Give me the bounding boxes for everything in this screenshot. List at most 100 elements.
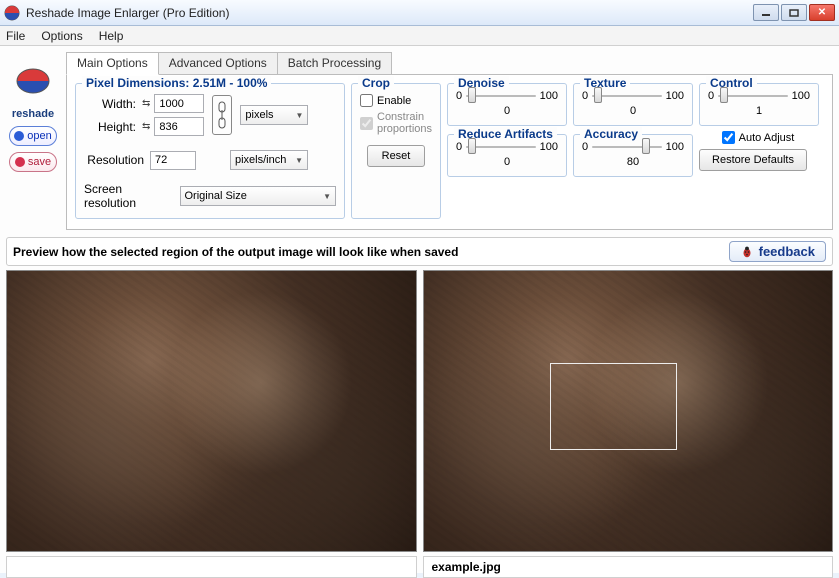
denoise-thumb[interactable] [468, 87, 476, 103]
crop-constrain-checkbox [360, 117, 373, 130]
status-left [6, 556, 417, 578]
crop-group: Crop Enable Constrain proportions Reset [351, 83, 441, 219]
reduce-value: 0 [456, 156, 558, 168]
swap-icon[interactable]: ⇆ [142, 98, 148, 109]
restore-defaults-label: Restore Defaults [712, 154, 794, 166]
app-icon [4, 5, 20, 21]
accuracy-value: 80 [582, 156, 684, 168]
screen-resolution-label: Screen resolution [84, 182, 170, 210]
status-right: example.jpg [423, 556, 834, 578]
denoise-min: 0 [456, 90, 462, 102]
window-buttons: ✕ [753, 4, 835, 21]
control-value: 1 [708, 105, 810, 117]
reduce-min: 0 [456, 141, 462, 153]
crop-enable-checkbox[interactable] [360, 94, 373, 107]
control-min: 0 [708, 90, 714, 102]
open-label: open [27, 130, 51, 142]
texture-min: 0 [582, 90, 588, 102]
save-label: save [28, 156, 51, 168]
texture-slider[interactable] [592, 95, 662, 97]
crop-constrain-label: Constrain proportions [377, 111, 432, 135]
resolution-unit-value: pixels/inch [235, 154, 286, 166]
texture-thumb[interactable] [594, 87, 602, 103]
crop-reset-label: Reset [382, 150, 411, 162]
accuracy-min: 0 [582, 141, 588, 153]
open-icon [14, 131, 24, 141]
crop-enable-label: Enable [377, 95, 411, 107]
swap-icon-2[interactable]: ⇆ [142, 121, 148, 132]
screen-resolution-select[interactable]: Original Size▼ [180, 186, 337, 206]
menu-file[interactable]: File [6, 29, 25, 43]
control-slider[interactable] [718, 95, 788, 97]
accuracy-title: Accuracy [580, 127, 642, 141]
denoise-group: Denoise 0 100 0 [447, 83, 567, 126]
crop-title: Crop [358, 76, 394, 90]
denoise-max: 100 [540, 90, 558, 102]
preview-message: Preview how the selected region of the o… [13, 245, 721, 259]
menubar: File Options Help [0, 26, 839, 46]
reduce-thumb[interactable] [468, 138, 476, 154]
close-button[interactable]: ✕ [809, 4, 835, 21]
preview-right-pane[interactable] [423, 270, 834, 552]
reduce-slider[interactable] [466, 146, 536, 148]
chevron-down-icon: ▼ [295, 111, 303, 120]
reduce-artifacts-group: Reduce Artifacts 0 100 0 [447, 134, 567, 177]
restore-defaults-button[interactable]: Restore Defaults [699, 149, 807, 171]
bug-icon [740, 245, 754, 259]
tab-advanced-options[interactable]: Advanced Options [158, 52, 278, 75]
tab-main-options[interactable]: Main Options [66, 52, 159, 75]
resolution-input[interactable] [150, 151, 196, 170]
texture-value: 0 [582, 105, 684, 117]
pixel-dimensions-title: Pixel Dimensions: 2.51M - 100% [82, 76, 271, 90]
dimension-unit-select[interactable]: pixels▼ [240, 105, 308, 125]
chevron-down-icon: ▼ [295, 156, 303, 165]
resolution-unit-select[interactable]: pixels/inch ▼ [230, 150, 308, 170]
texture-group: Texture 0 100 0 [573, 83, 693, 126]
status-bar: example.jpg [6, 556, 833, 578]
width-input[interactable] [154, 94, 204, 113]
crop-reset-button[interactable]: Reset [367, 145, 425, 167]
brand-logo-icon [12, 60, 54, 102]
selection-rectangle[interactable] [550, 363, 677, 450]
open-button[interactable]: open [9, 126, 57, 146]
save-button[interactable]: save [9, 152, 57, 172]
brand-label: reshade [12, 108, 54, 120]
control-thumb[interactable] [720, 87, 728, 103]
preview-left-pane[interactable] [6, 270, 417, 552]
accuracy-thumb[interactable] [642, 138, 650, 154]
feedback-label: feedback [759, 244, 815, 259]
accuracy-group: Accuracy 0 100 80 [573, 134, 693, 177]
control-title: Control [706, 76, 757, 90]
pixel-dimensions-group: Pixel Dimensions: 2.51M - 100% Width: ⇆ … [75, 83, 345, 219]
denoise-title: Denoise [454, 76, 509, 90]
denoise-slider[interactable] [466, 95, 536, 97]
link-dimensions-icon[interactable] [212, 95, 232, 135]
maximize-button[interactable] [781, 4, 807, 21]
tab-strip: Main Options Advanced Options Batch Proc… [66, 52, 833, 75]
minimize-button[interactable] [753, 4, 779, 21]
menu-help[interactable]: Help [99, 29, 124, 43]
texture-title: Texture [580, 76, 630, 90]
screen-resolution-value: Original Size [185, 190, 247, 202]
tab-batch-processing[interactable]: Batch Processing [277, 52, 392, 75]
preview-area [6, 270, 833, 552]
reduce-max: 100 [540, 141, 558, 153]
height-input[interactable] [154, 117, 204, 136]
accuracy-slider[interactable] [592, 146, 662, 148]
control-max: 100 [792, 90, 810, 102]
accuracy-max: 100 [666, 141, 684, 153]
height-label: Height: [84, 120, 136, 134]
feedback-button[interactable]: feedback [729, 241, 826, 262]
control-group: Control 0 100 1 [699, 83, 819, 126]
titlebar: Reshade Image Enlarger (Pro Edition) ✕ [0, 0, 839, 26]
tab-main-body: Pixel Dimensions: 2.51M - 100% Width: ⇆ … [66, 74, 833, 230]
menu-options[interactable]: Options [41, 29, 82, 43]
auto-adjust-label: Auto Adjust [739, 132, 795, 144]
save-icon [15, 157, 25, 167]
auto-adjust-checkbox[interactable] [722, 131, 735, 144]
denoise-value: 0 [456, 105, 558, 117]
window-title: Reshade Image Enlarger (Pro Edition) [26, 6, 753, 20]
resolution-label: Resolution [84, 153, 144, 167]
preview-bar: Preview how the selected region of the o… [6, 237, 833, 266]
texture-max: 100 [666, 90, 684, 102]
